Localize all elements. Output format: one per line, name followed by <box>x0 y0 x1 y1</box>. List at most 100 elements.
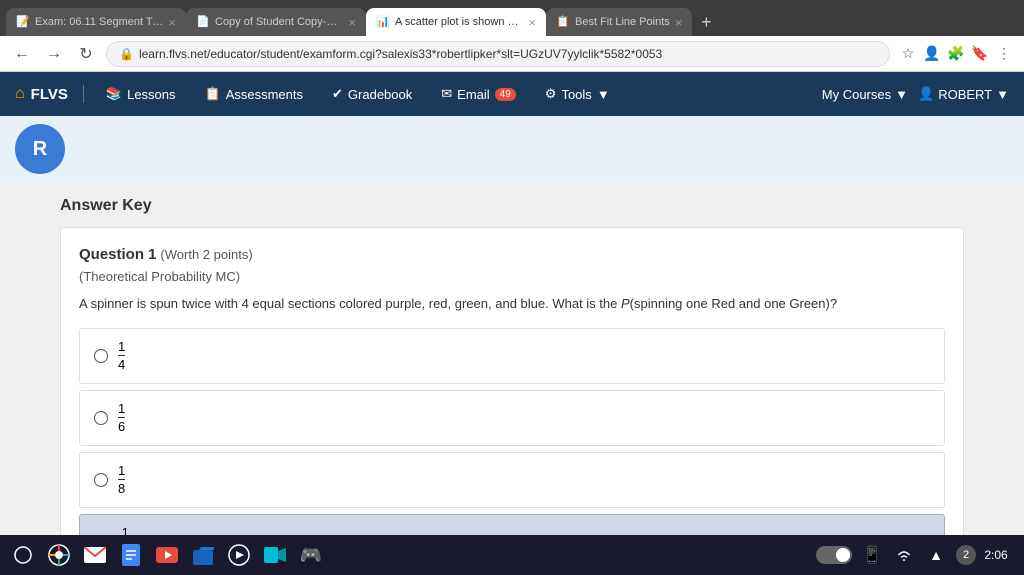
tab-3-title: A scatter plot is shown on the c... <box>395 16 523 28</box>
fraction-1: 1 4 <box>118 339 125 373</box>
profile-area: R <box>0 116 1024 182</box>
taskbar-circle-count[interactable]: 2 <box>956 545 976 565</box>
tab-1[interactable]: 📝 Exam: 06.11 Segment Two Exa... × <box>6 8 186 36</box>
taskbar-play[interactable] <box>224 540 254 570</box>
fraction-2: 1 6 <box>118 401 125 435</box>
avatar: R <box>15 124 65 174</box>
fraction-3-num: 1 <box>118 463 125 481</box>
fraction-1-den: 4 <box>118 356 125 373</box>
question-1-header: Question 1 (Worth 2 points) <box>79 246 945 263</box>
extensions-icon[interactable]: 🧩 <box>946 44 966 64</box>
address-bar: ← → ↻ 🔒 learn.flvs.net/educator/student/… <box>0 36 1024 72</box>
address-actions: ☆ 👤 🧩 🔖 ⋮ <box>898 44 1014 64</box>
brand-name: FLVS <box>31 86 68 103</box>
fraction-2-num: 1 <box>118 401 125 419</box>
tab-4-icon: 📋 <box>556 15 570 29</box>
nav-lessons[interactable]: 📚 Lessons <box>94 80 188 108</box>
back-button[interactable]: ← <box>10 42 34 66</box>
assessments-icon: 📋 <box>205 86 221 102</box>
robert-link[interactable]: 👤 ROBERT ▼ <box>918 86 1009 102</box>
taskbar-toggle[interactable] <box>816 546 852 564</box>
fraction-1-num: 1 <box>118 339 125 357</box>
question-1-category: (Theoretical Probability MC) <box>79 269 945 284</box>
nav-brand[interactable]: ⌂ FLVS <box>15 85 84 103</box>
profile-icon[interactable]: 👤 <box>922 44 942 64</box>
nav-assessments[interactable]: 📋 Assessments <box>193 80 316 108</box>
nav-email[interactable]: ✉ Email 49 <box>429 80 528 108</box>
tools-label: Tools <box>561 87 591 102</box>
email-icon: ✉ <box>441 86 452 102</box>
menu-icon[interactable]: ⋮ <box>994 44 1014 64</box>
taskbar-wifi[interactable] <box>892 543 916 567</box>
nav-tools[interactable]: ⚙ Tools ▼ <box>533 80 622 108</box>
tab-2[interactable]: 📄 Copy of Student Copy-Math Te... × <box>186 8 366 36</box>
my-courses-link[interactable]: My Courses ▼ <box>822 87 908 102</box>
tab-4-close[interactable]: × <box>675 15 683 30</box>
taskbar-docs[interactable] <box>116 540 146 570</box>
nav-gradebook[interactable]: ✔ Gradebook <box>320 80 424 108</box>
fraction-4-num: 1 <box>122 525 129 535</box>
answer-option-3[interactable]: 1 8 <box>79 452 945 508</box>
lock-icon: 🔒 <box>119 47 134 61</box>
fraction-2-den: 6 <box>118 418 125 435</box>
my-courses-label: My Courses <box>822 87 891 102</box>
taskbar-home[interactable] <box>8 540 38 570</box>
tab-2-icon: 📄 <box>196 15 210 29</box>
question-1-text: A spinner is spun twice with 4 equal sec… <box>79 294 945 314</box>
star-icon[interactable]: ☆ <box>898 44 918 64</box>
fraction-3-den: 8 <box>118 480 125 497</box>
fraction-4: 1 16 <box>118 525 132 535</box>
tab-1-title: Exam: 06.11 Segment Two Exa... <box>35 16 163 28</box>
answer-key-title: Answer Key <box>60 197 964 215</box>
taskbar-phone[interactable]: 📱 <box>860 543 884 567</box>
tab-2-close[interactable]: × <box>348 15 356 30</box>
tab-4[interactable]: 📋 Best Fit Line Points × <box>546 8 692 36</box>
gradebook-label: Gradebook <box>348 87 412 102</box>
lessons-label: Lessons <box>127 87 175 102</box>
taskbar-meet[interactable] <box>260 540 290 570</box>
tab-1-icon: 📝 <box>16 15 30 29</box>
browser-tab-bar: 📝 Exam: 06.11 Segment Two Exa... × 📄 Cop… <box>0 0 1024 36</box>
email-label: Email <box>457 87 490 102</box>
radio-1[interactable] <box>94 349 108 363</box>
url-input[interactable]: 🔒 learn.flvs.net/educator/student/examfo… <box>106 41 890 67</box>
tab-3-close[interactable]: × <box>528 15 536 30</box>
brand-icon: ⌂ <box>15 85 25 103</box>
app-nav: ⌂ FLVS 📚 Lessons 📋 Assessments ✔ Gradebo… <box>0 72 1024 116</box>
new-tab-button[interactable]: + <box>692 8 720 36</box>
tools-dropdown-icon: ▼ <box>597 87 610 102</box>
taskbar-youtube[interactable] <box>152 540 182 570</box>
user-icon: 👤 <box>918 86 934 102</box>
taskbar-time: 2:06 <box>984 543 1008 567</box>
question-1-card: Question 1 (Worth 2 points) (Theoretical… <box>60 227 964 535</box>
url-text: learn.flvs.net/educator/student/examform… <box>139 47 662 61</box>
taskbar-chrome[interactable] <box>44 540 74 570</box>
forward-button[interactable]: → <box>42 42 66 66</box>
question-1-worth: (Worth 2 points) <box>160 247 252 262</box>
tab-3[interactable]: 📊 A scatter plot is shown on the c... × <box>366 8 546 36</box>
robert-label: ROBERT <box>938 87 992 102</box>
robert-dropdown-icon: ▼ <box>996 87 1009 102</box>
taskbar-game[interactable]: 🎮 <box>296 540 326 570</box>
taskbar-files[interactable] <box>188 540 218 570</box>
tab-4-title: Best Fit Line Points <box>575 16 670 28</box>
taskbar-battery: ▲ <box>924 543 948 567</box>
tab-1-close[interactable]: × <box>168 15 176 30</box>
tab-2-title: Copy of Student Copy-Math Te... <box>215 16 343 28</box>
answer-option-1[interactable]: 1 4 <box>79 328 945 384</box>
fraction-3: 1 8 <box>118 463 125 497</box>
bookmark-icon[interactable]: 🔖 <box>970 44 990 64</box>
taskbar: 🎮 📱 ▲ 2 2:06 <box>0 535 1024 575</box>
reload-button[interactable]: ↻ <box>74 42 98 66</box>
lessons-icon: 📚 <box>106 86 122 102</box>
radio-3[interactable] <box>94 473 108 487</box>
gradebook-icon: ✔ <box>332 86 343 102</box>
taskbar-gmail[interactable] <box>80 540 110 570</box>
answer-option-4[interactable]: 1 16 <box>79 514 945 535</box>
nav-right: My Courses ▼ 👤 ROBERT ▼ <box>822 86 1009 102</box>
main-content: Answer Key Question 1 (Worth 2 points) (… <box>0 182 1024 535</box>
answer-option-2[interactable]: 1 6 <box>79 390 945 446</box>
nav-links: 📚 Lessons 📋 Assessments ✔ Gradebook ✉ Em… <box>84 80 822 108</box>
tab-3-icon: 📊 <box>376 15 390 29</box>
radio-2[interactable] <box>94 411 108 425</box>
